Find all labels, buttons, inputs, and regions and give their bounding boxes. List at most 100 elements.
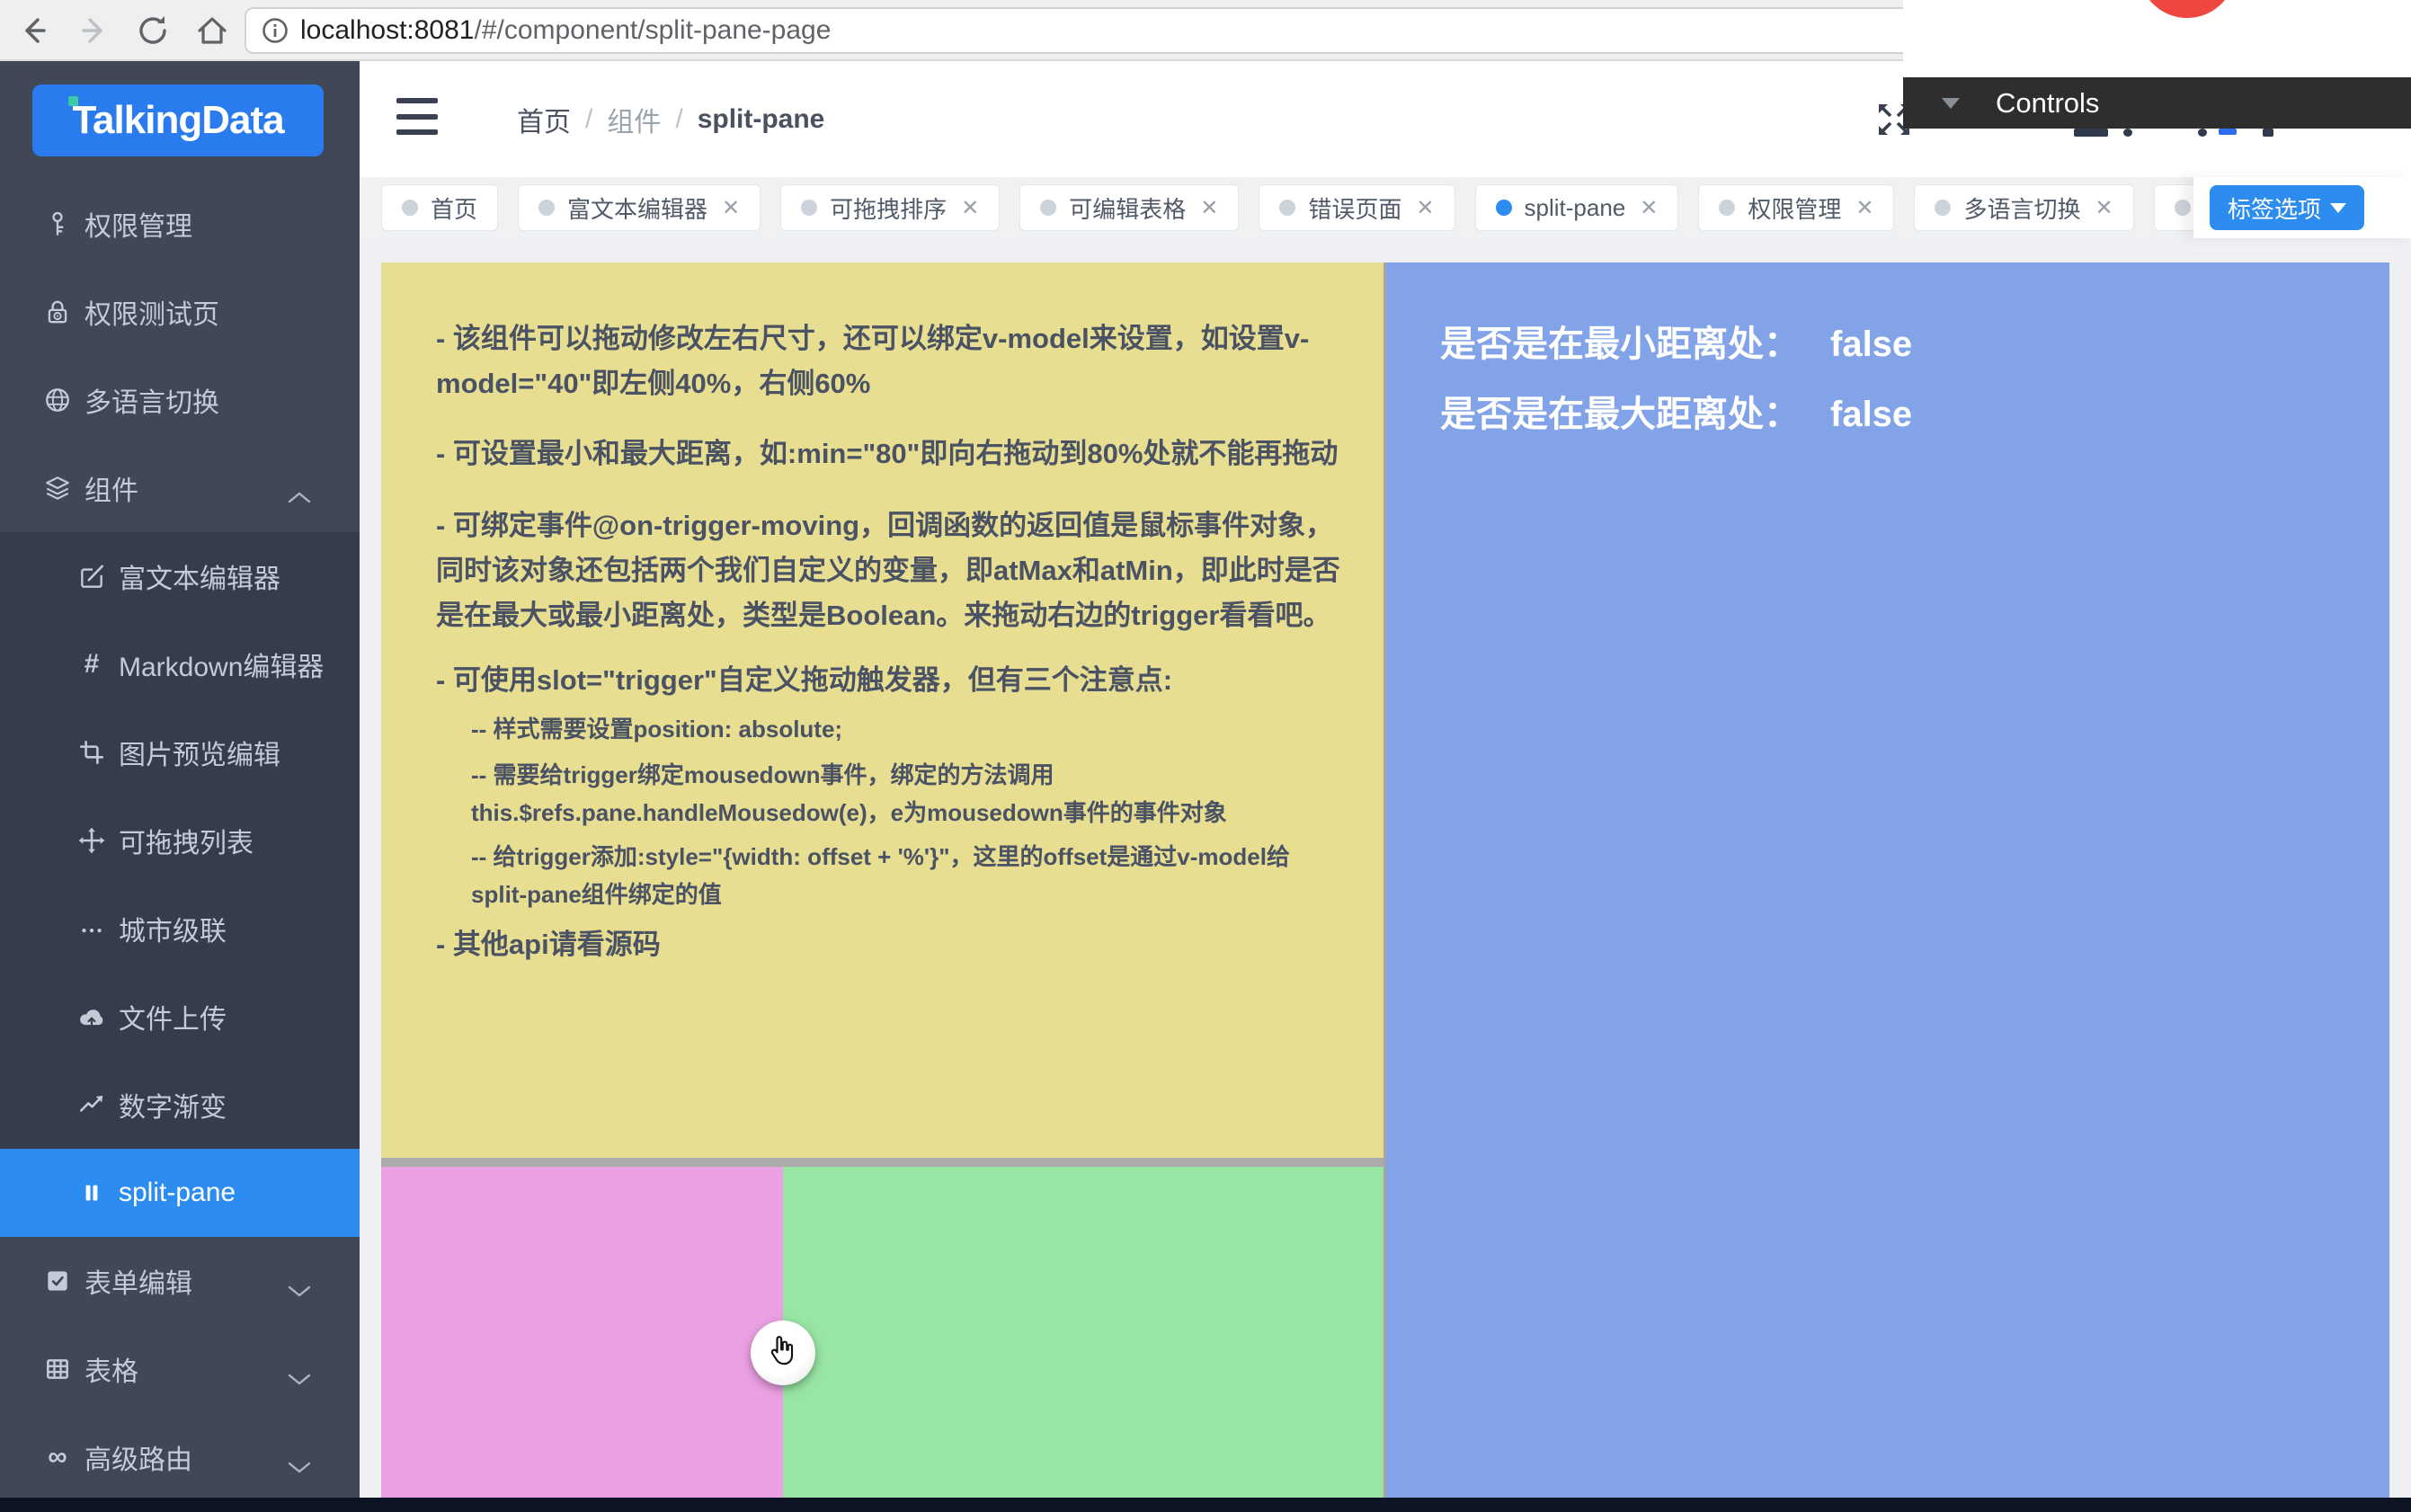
horizontal-split-trigger[interactable] <box>381 1158 1385 1167</box>
pane-bottom-left <box>381 1167 783 1498</box>
breadcrumb-current: split-pane <box>697 103 825 134</box>
tag-tab-drag-sort[interactable]: 可拖拽排序 ✕ <box>780 184 1001 231</box>
at-max-label: 是否是在最大距离处： <box>1440 395 1800 434</box>
close-icon[interactable]: ✕ <box>1200 195 1218 221</box>
sidebar-item-label: 多语言切换 <box>85 388 219 418</box>
sidebar-item-permission-test[interactable]: 权限测试页 <box>0 268 360 356</box>
page-info-icon[interactable] <box>261 16 289 45</box>
browser-refresh-icon[interactable] <box>135 13 171 49</box>
browser-back-icon[interactable] <box>16 13 52 49</box>
tag-tab-editable-table[interactable]: 可编辑表格 ✕ <box>1019 184 1240 231</box>
breadcrumb-separator: / <box>585 103 593 134</box>
tag-tab-error-page[interactable]: 错误页面 ✕ <box>1259 184 1455 231</box>
tab-dot-icon <box>801 200 818 216</box>
sidebar-item-draggable-list[interactable]: 可拖拽列表 <box>0 796 360 885</box>
pane-bottom-right <box>783 1167 1385 1498</box>
components-submenu: 富文本编辑器 # Markdown编辑器 图片预览编辑 可拖拽列表 城市级联 文… <box>0 532 360 1237</box>
close-icon[interactable]: ✕ <box>961 195 979 221</box>
tab-dot-icon <box>538 200 556 216</box>
tab-dot-icon <box>1935 200 1952 216</box>
sidebar-item-image-crop[interactable]: 图片预览编辑 <box>0 708 360 796</box>
message-icon[interactable] <box>2074 129 2108 137</box>
tag-options-panel: 标签选项 <box>2193 177 2411 238</box>
sidebar-item-label: 文件上传 <box>119 1005 227 1035</box>
close-icon[interactable]: ✕ <box>1416 195 1434 221</box>
breadcrumb-components[interactable]: 组件 <box>607 100 661 139</box>
note-subline: -- 样式需要设置position: absolute; <box>471 716 843 743</box>
sidebar-item-city-cascade[interactable]: 城市级联 <box>0 885 360 973</box>
split-pane-demo: - 该组件可以拖动修改左右尺寸，还可以绑定v-model来设置，如设置v-mod… <box>381 262 2389 1498</box>
opened-tags-bar: 首页 富文本编辑器 ✕ 可拖拽排序 ✕ 可编辑表格 ✕ 错误页面 ✕ split… <box>360 177 2411 238</box>
close-icon[interactable]: ✕ <box>1640 195 1658 221</box>
close-icon[interactable]: ✕ <box>1855 195 1873 221</box>
sidebar-item-markdown-editor[interactable]: # Markdown编辑器 <box>0 620 360 708</box>
tab-label: 多语言切换 <box>1963 195 2081 223</box>
tag-tab-permission[interactable]: 权限管理 ✕ <box>1698 184 1895 231</box>
sidebar-item-advanced-router[interactable]: ∞ 高级路由 <box>0 1413 360 1498</box>
sidebar-item-i18n[interactable]: 多语言切换 <box>0 356 360 444</box>
note-line: - 可绑定事件@on-trigger-moving，回调函数的返回值是鼠标事件对… <box>436 510 1340 631</box>
sidebar-item-label: 城市级联 <box>119 917 227 947</box>
tag-tab-i18n[interactable]: 多语言切换 ✕ <box>1914 184 2134 231</box>
tab-dot-icon <box>1279 200 1296 216</box>
chevron-down-icon <box>286 1451 313 1473</box>
settings-icon[interactable] <box>2263 129 2273 137</box>
sidebar-item-table[interactable]: 表格 <box>0 1325 360 1413</box>
sidebar-item-label: 表单编辑 <box>85 1269 192 1299</box>
browser-forward-icon[interactable] <box>76 13 111 49</box>
sidebar: TalkingData 权限管理 权限测试页 多语言切换 组件 富文本编辑器 #… <box>0 61 360 1498</box>
custom-split-trigger[interactable] <box>751 1321 815 1385</box>
tab-label: 富文本编辑器 <box>567 195 708 223</box>
sidebar-item-permission-manage[interactable]: 权限管理 <box>0 180 360 268</box>
sidebar-item-file-upload[interactable]: 文件上传 <box>0 973 360 1061</box>
tab-label: split-pane <box>1524 193 1626 221</box>
tab-dot-icon <box>2174 200 2191 216</box>
hash-icon: # <box>84 649 100 679</box>
menu-toggle-icon[interactable] <box>396 98 438 135</box>
sidebar-item-components[interactable]: 组件 <box>0 444 360 532</box>
chevron-up-icon <box>286 482 313 503</box>
sidebar-item-count-to[interactable]: 数字渐变 <box>0 1061 360 1149</box>
note-line: - 可设置最小和最大距离，如:min="80"即向右拖动到80%处就不能再拖动 <box>436 438 1339 469</box>
chevron-down-icon <box>286 1363 313 1385</box>
tag-options-button[interactable]: 标签选项 <box>2210 185 2365 230</box>
sidebar-item-label: Markdown编辑器 <box>119 653 325 682</box>
status-block: 是否是在最小距离处： false 是否是在最大距离处： false <box>1440 309 1912 449</box>
notification-icon[interactable] <box>2123 129 2132 137</box>
sidebar-item-split-pane[interactable]: split-pane <box>0 1149 360 1237</box>
sidebar-item-label: split-pane <box>119 1178 236 1207</box>
sidebar-item-label: 表格 <box>85 1357 138 1387</box>
app-logo[interactable]: TalkingData <box>32 84 324 156</box>
sidebar-item-rich-editor[interactable]: 富文本编辑器 <box>0 532 360 620</box>
sidebar-item-form-edit[interactable]: 表单编辑 <box>0 1237 360 1325</box>
browser-home-icon[interactable] <box>194 13 230 49</box>
breadcrumb: 首页 / 组件 / split-pane <box>517 61 824 177</box>
at-max-status: 是否是在最大距离处： false <box>1440 379 1912 449</box>
controls-bar[interactable]: Controls <box>1903 77 2411 129</box>
tag-tab-home[interactable]: 首页 <box>381 184 499 231</box>
red-knob-icon[interactable] <box>2139 0 2236 18</box>
crop-icon <box>77 738 106 767</box>
language-icon[interactable] <box>2219 129 2237 135</box>
sidebar-item-label: 图片预览编辑 <box>119 741 280 770</box>
tab-dot-icon <box>402 200 418 216</box>
at-min-status: 是否是在最小距离处： false <box>1440 309 1912 379</box>
url-host: localhost:8081 <box>300 15 475 45</box>
tab-label: 可编辑表格 <box>1069 195 1187 223</box>
sidebar-item-label: 数字渐变 <box>119 1093 227 1123</box>
lock-screen-icon[interactable] <box>2198 129 2207 137</box>
logo-dot-icon <box>68 96 79 106</box>
controls-title: Controls <box>1996 86 2100 119</box>
hand-pointer-cursor-icon <box>770 1336 794 1365</box>
note-line: - 可使用slot="trigger"自定义拖动触发器，但有三个注意点: <box>436 664 1173 696</box>
tag-tab-rich-editor[interactable]: 富文本编辑器 ✕ <box>518 184 761 231</box>
close-icon[interactable]: ✕ <box>2095 195 2113 221</box>
at-min-label: 是否是在最小距离处： <box>1440 325 1800 364</box>
move-icon <box>77 826 106 855</box>
caret-down-icon <box>2330 202 2347 213</box>
breadcrumb-home[interactable]: 首页 <box>517 100 571 139</box>
at-max-value: false <box>1830 395 1913 434</box>
sidebar-item-label: 富文本编辑器 <box>119 565 280 594</box>
tag-tab-split-pane[interactable]: split-pane ✕ <box>1474 184 1679 231</box>
close-icon[interactable]: ✕ <box>722 195 740 221</box>
